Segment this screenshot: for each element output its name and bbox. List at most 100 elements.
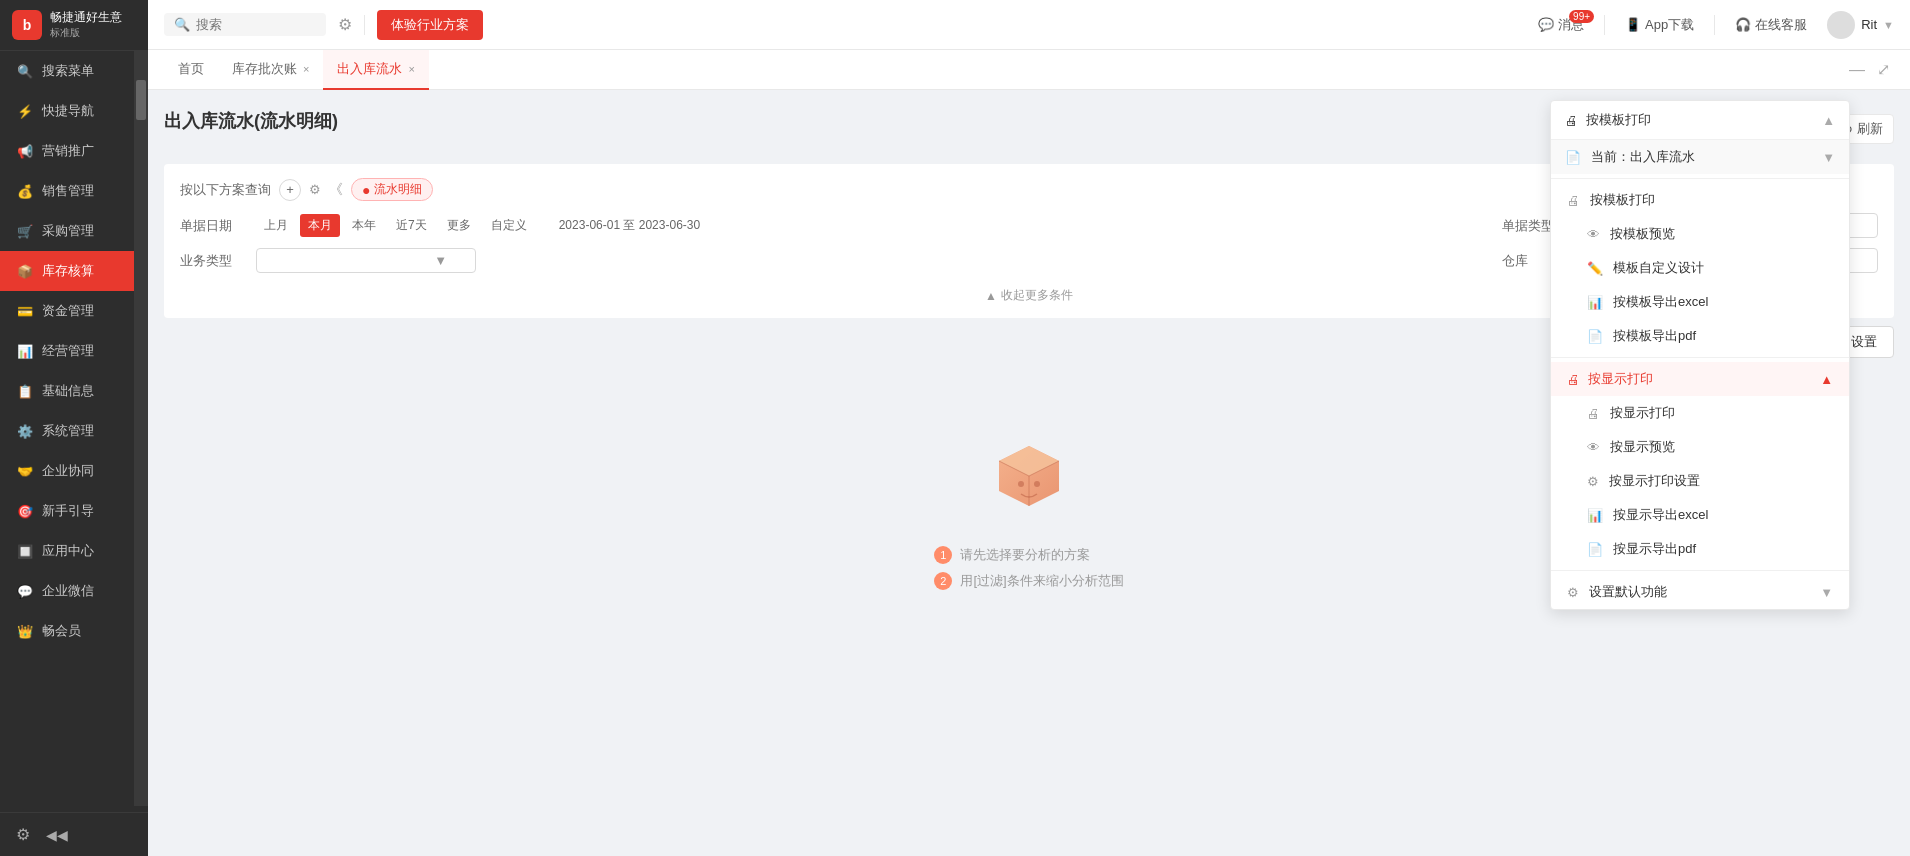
- date-btn-this-year[interactable]: 本年: [344, 214, 384, 237]
- sidebar-item-inventory[interactable]: 📦 库存核算: [0, 251, 148, 291]
- tab-home[interactable]: 首页: [164, 50, 218, 90]
- tab-inventory-batch[interactable]: 库存批次账 ×: [218, 50, 323, 90]
- sidebar-item-system[interactable]: ⚙️ 系统管理: [0, 411, 148, 451]
- display-print-item[interactable]: 🖨 按显示打印: [1551, 396, 1849, 430]
- sidebar-label-apps: 应用中心: [42, 542, 94, 560]
- template-excel-item[interactable]: 📊 按模板导出excel: [1551, 285, 1849, 319]
- template-preview-icon: 👁: [1587, 227, 1600, 242]
- guide-icon: 🎯: [16, 502, 34, 520]
- message-button[interactable]: 💬 消息 99+: [1538, 16, 1584, 34]
- sidebar-item-finance[interactable]: 💳 资金管理: [0, 291, 148, 331]
- sidebar-label-purchase: 采购管理: [42, 222, 94, 240]
- sidebar-item-guide[interactable]: 🎯 新手引导: [0, 491, 148, 531]
- current-item-icon: 📄: [1565, 150, 1581, 165]
- finance-icon: 💳: [16, 302, 34, 320]
- filter-tag-label: 流水明细: [374, 181, 422, 198]
- dropdown-collapse-icon[interactable]: ▲: [1822, 113, 1835, 128]
- display-preview-item[interactable]: 👁 按显示预览: [1551, 430, 1849, 464]
- dropdown-current-item[interactable]: 📄 当前：出入库流水 ▼: [1551, 140, 1849, 174]
- tabbar: 首页 库存批次账 × 出入库流水 × — ⤢: [148, 50, 1910, 90]
- date-btn-custom[interactable]: 自定义: [483, 214, 535, 237]
- tab-inventory-batch-close[interactable]: ×: [303, 63, 309, 75]
- template-pdf-icon: 📄: [1587, 329, 1603, 344]
- sidebar-item-quicknav[interactable]: ⚡ 快捷导航: [0, 91, 148, 131]
- template-preview-item[interactable]: 👁 按模板预览: [1551, 217, 1849, 251]
- search-nav-icon: 🔍: [16, 62, 34, 80]
- display-excel-label: 按显示导出excel: [1613, 506, 1708, 524]
- date-btn-more[interactable]: 更多: [439, 214, 479, 237]
- sidebar-label-guide: 新手引导: [42, 502, 94, 520]
- sidebar-item-apps[interactable]: 🔲 应用中心: [0, 531, 148, 571]
- collapse-label: 收起更多条件: [1001, 287, 1073, 304]
- dropdown-header: 🖨 按模板打印 ▲: [1551, 101, 1849, 140]
- system-icon: ⚙️: [16, 422, 34, 440]
- sidebar-scrollbar-thumb: [136, 80, 146, 120]
- display-print-settings-item[interactable]: ⚙ 按显示打印设置: [1551, 464, 1849, 498]
- sidebar-label-sales: 销售管理: [42, 182, 94, 200]
- empty-illustration: [979, 426, 1079, 526]
- marketing-icon: 📢: [16, 142, 34, 160]
- sidebar-item-member[interactable]: 👑 畅会员: [0, 611, 148, 651]
- tab-inventory-flow[interactable]: 出入库流水 ×: [323, 50, 428, 90]
- collapse-sidebar-icon[interactable]: ◀◀: [46, 827, 68, 843]
- template-custom-item[interactable]: ✏️ 模板自定义设计: [1551, 251, 1849, 285]
- sidebar-item-operation[interactable]: 📊 经营管理: [0, 331, 148, 371]
- topbar-right: 💬 消息 99+ 📱 App下载 🎧 在线客服 Rit ▼: [1538, 11, 1894, 39]
- display-print-section: 🖨 按显示打印 ▲ 🖨 按显示打印 👁 按显示预览 ⚙ 按显示打印设置 📊 按显…: [1551, 362, 1849, 566]
- topbar-search-box[interactable]: 🔍: [164, 13, 326, 36]
- tab-minimize-icon[interactable]: —: [1845, 61, 1869, 79]
- biz-type-arrow-icon: ▼: [434, 253, 447, 268]
- empty-step-1: 1 请先选择要分析的方案: [934, 546, 1123, 564]
- sidebar-label-wechat: 企业微信: [42, 582, 94, 600]
- empty-step2-label: 用[过滤]条件来缩小分析范围: [960, 572, 1123, 590]
- date-btn-this-month[interactable]: 本月: [300, 214, 340, 237]
- display-print-section-label: 按显示打印: [1588, 370, 1653, 388]
- template-print-item[interactable]: 🖨 按模板打印: [1551, 183, 1849, 217]
- trial-button[interactable]: 体验行业方案: [377, 10, 483, 40]
- sidebar-item-marketing[interactable]: 📢 营销推广: [0, 131, 148, 171]
- topbar-gear-icon[interactable]: ⚙: [338, 15, 352, 34]
- app-download-icon: 📱: [1625, 17, 1641, 32]
- collapse-filter-button[interactable]: ▲ 收起更多条件: [985, 287, 1073, 304]
- settings-bottom-icon[interactable]: ⚙: [16, 825, 30, 844]
- sidebar-item-purchase[interactable]: 🛒 采购管理: [0, 211, 148, 251]
- sidebar-item-wechat[interactable]: 💬 企业微信: [0, 571, 148, 611]
- app-download-button[interactable]: 📱 App下载: [1625, 16, 1694, 34]
- template-pdf-item[interactable]: 📄 按模板导出pdf: [1551, 319, 1849, 353]
- sidebar-item-enterprise[interactable]: 🤝 企业协同: [0, 451, 148, 491]
- sidebar-item-search[interactable]: 🔍 搜索菜单: [0, 51, 148, 91]
- sidebar-item-sales[interactable]: 💰 销售管理: [0, 171, 148, 211]
- topbar-divider: [364, 15, 365, 35]
- current-item-label: 当前：出入库流水: [1591, 148, 1695, 166]
- display-print-section-header[interactable]: 🖨 按显示打印 ▲: [1551, 362, 1849, 396]
- set-default-item[interactable]: ⚙ 设置默认功能 ▼: [1551, 575, 1849, 609]
- filter-add-button[interactable]: +: [279, 179, 301, 201]
- logo-icon: b: [12, 10, 42, 40]
- display-pdf-item[interactable]: 📄 按显示导出pdf: [1551, 532, 1849, 566]
- tab-inventory-flow-close[interactable]: ×: [408, 63, 414, 75]
- empty-step-2: 2 用[过滤]条件来缩小分析范围: [934, 572, 1123, 590]
- display-excel-item[interactable]: 📊 按显示导出excel: [1551, 498, 1849, 532]
- sidebar-scrollbar[interactable]: [134, 50, 148, 806]
- filter-settings-icon[interactable]: ⚙: [309, 182, 321, 197]
- online-service-button[interactable]: 🎧 在线客服: [1735, 16, 1807, 34]
- display-print-settings-label: 按显示打印设置: [1609, 472, 1700, 490]
- date-btn-last-month[interactable]: 上月: [256, 214, 296, 237]
- divider-1: [1551, 178, 1849, 179]
- date-range-display: 2023-06-01 至 2023-06-30: [559, 217, 700, 234]
- tab-actions: — ⤢: [1845, 60, 1894, 79]
- date-options: 上月 本月 本年 近7天 更多 自定义: [256, 214, 535, 237]
- search-input[interactable]: [196, 17, 316, 32]
- display-print-action-label: 按显示打印: [1610, 404, 1675, 422]
- logo-area: b 畅捷通好生意 标准版: [0, 0, 148, 51]
- inventory-icon: 📦: [16, 262, 34, 280]
- biz-type-select[interactable]: ▼: [256, 248, 476, 273]
- user-menu[interactable]: Rit ▼: [1827, 11, 1894, 39]
- filter-collapse-icon[interactable]: 《: [329, 181, 343, 199]
- tab-maximize-icon[interactable]: ⤢: [1873, 60, 1894, 79]
- filter-tag-active[interactable]: ● 流水明细: [351, 178, 433, 201]
- sidebar-label-marketing: 营销推广: [42, 142, 94, 160]
- date-btn-7days[interactable]: 近7天: [388, 214, 435, 237]
- template-print-icon: 🖨: [1567, 193, 1580, 208]
- sidebar-item-base[interactable]: 📋 基础信息: [0, 371, 148, 411]
